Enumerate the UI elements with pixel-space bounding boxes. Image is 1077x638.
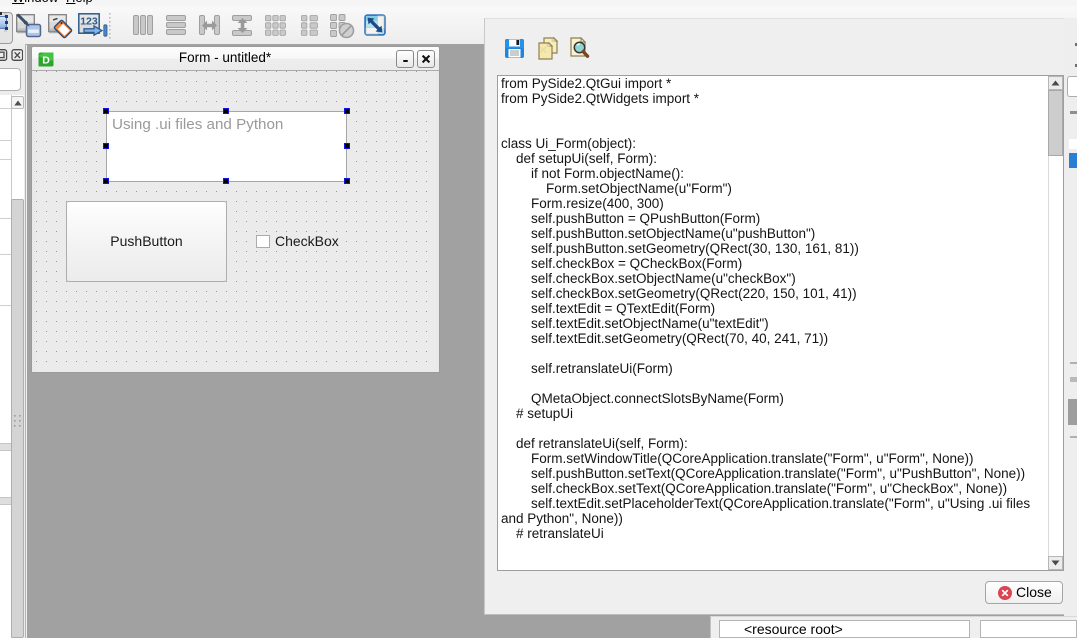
- svg-text:123: 123: [80, 16, 98, 28]
- svg-text:D: D: [42, 55, 50, 67]
